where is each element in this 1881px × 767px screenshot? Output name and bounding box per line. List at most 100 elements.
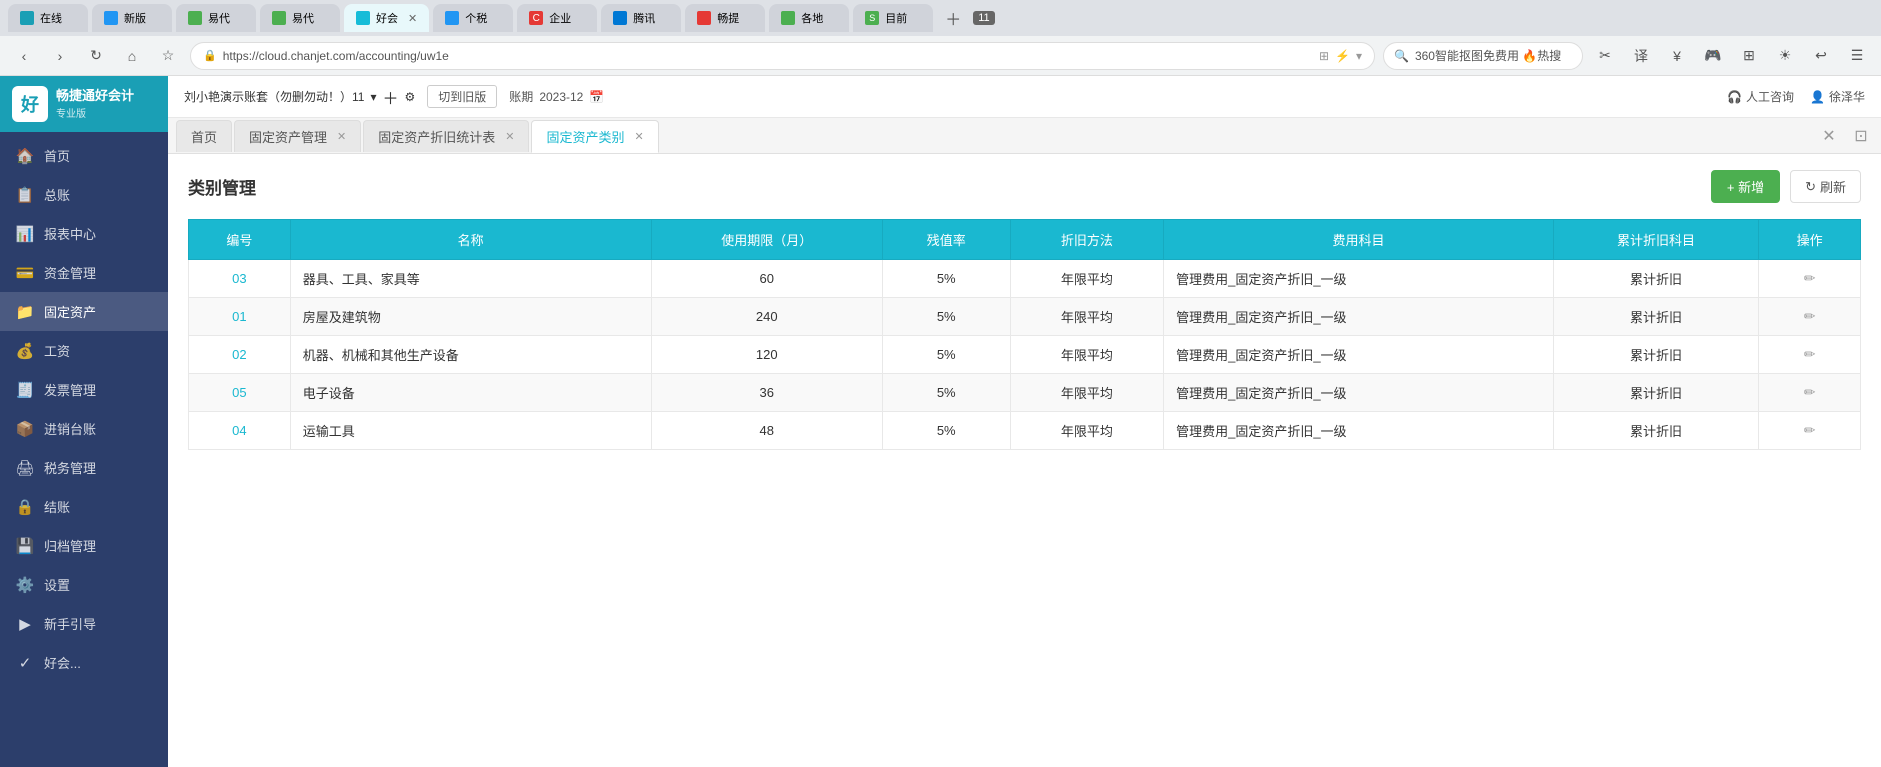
tab-label: 固定资产类别 — [546, 127, 624, 146]
cell-action[interactable]: ✏ — [1759, 374, 1861, 412]
sidebar-item-label: 首页 — [44, 146, 70, 165]
browser-tab-yidai2[interactable]: 易代 — [260, 4, 340, 32]
back-button[interactable]: ‹ — [10, 42, 38, 70]
browser-tab-qiye[interactable]: C 企业 — [517, 4, 597, 32]
invoice-icon: 🧾 — [16, 381, 34, 399]
sidebar-item-closing[interactable]: 🔒 结账 — [0, 487, 168, 526]
cell-action[interactable]: ✏ — [1759, 298, 1861, 336]
tab-close-depreciation[interactable]: ✕ — [505, 130, 514, 143]
wallet-icon[interactable]: ¥ — [1663, 42, 1691, 70]
reload-button[interactable]: ↻ — [82, 42, 110, 70]
tab-asset-category[interactable]: 固定资产类别 ✕ — [531, 120, 658, 153]
sidebar-item-reports[interactable]: 📊 报表中心 — [0, 214, 168, 253]
browser-tab-gedi[interactable]: 各地 — [769, 4, 849, 32]
sidebar-item-inventory[interactable]: 📦 进销台账 — [0, 409, 168, 448]
tab-close-fixed-assets-mgmt[interactable]: ✕ — [337, 130, 346, 143]
cell-method: 年限平均 — [1010, 298, 1164, 336]
home-button[interactable]: ⌂ — [118, 42, 146, 70]
calendar-icon[interactable]: 📅 — [589, 90, 604, 104]
edit-icon[interactable]: ✏ — [1804, 308, 1816, 324]
sidebar-item-invoice[interactable]: 🧾 发票管理 — [0, 370, 168, 409]
col-expense: 费用科目 — [1164, 220, 1554, 260]
col-accum: 累计折旧科目 — [1553, 220, 1758, 260]
table-row: 03 器具、工具、家具等 60 5% 年限平均 管理费用_固定资产折旧_一级 累… — [189, 260, 1861, 298]
cell-method: 年限平均 — [1010, 412, 1164, 450]
sidebar-item-funds[interactable]: 💳 资金管理 — [0, 253, 168, 292]
sun-icon[interactable]: ☀ — [1771, 42, 1799, 70]
tab-home[interactable]: 首页 — [176, 120, 232, 152]
dropdown-icon[interactable]: ▾ — [1356, 49, 1362, 63]
sidebar-item-ledger[interactable]: 📋 总账 — [0, 175, 168, 214]
tab-add-button[interactable]: ＋ — [937, 2, 969, 34]
cell-accum: 累计折旧 — [1553, 374, 1758, 412]
sidebar-item-fixed-assets[interactable]: 📁 固定资产 — [0, 292, 168, 331]
tab-window-maximize[interactable]: ⊡ — [1849, 124, 1873, 148]
browser-tab-geshui[interactable]: 个税 — [433, 4, 513, 32]
tab-close-category[interactable]: ✕ — [635, 130, 644, 143]
browser-tab-tengxun[interactable]: 腾讯 — [601, 4, 681, 32]
tab-fixed-assets-mgmt[interactable]: 固定资产管理 ✕ — [234, 120, 361, 152]
cell-period: 48 — [651, 412, 882, 450]
cell-accum: 累计折旧 — [1553, 412, 1758, 450]
user-dropdown-icon[interactable]: ▾ — [370, 90, 376, 104]
browser-tab-muqian[interactable]: S 目前 — [853, 4, 933, 32]
browser-tab-changti[interactable]: 畅提 — [685, 4, 765, 32]
refresh-button[interactable]: ↻ 刷新 — [1790, 170, 1861, 203]
edit-icon[interactable]: ✏ — [1804, 422, 1816, 438]
grid-icon[interactable]: ⊞ — [1735, 42, 1763, 70]
cell-action[interactable]: ✏ — [1759, 336, 1861, 374]
cell-method: 年限平均 — [1010, 374, 1164, 412]
sidebar-item-home[interactable]: 🏠 首页 — [0, 136, 168, 175]
edit-icon[interactable]: ✏ — [1804, 384, 1816, 400]
tab-close-haohui[interactable]: ✕ — [408, 12, 417, 25]
logo-text: 畅捷通好会计 — [56, 88, 134, 105]
sidebar-item-settings[interactable]: ⚙️ 设置 — [0, 565, 168, 604]
menu-icon[interactable]: ☰ — [1843, 42, 1871, 70]
cell-accum: 累计折旧 — [1553, 336, 1758, 374]
consult-button[interactable]: 🎧 人工咨询 — [1727, 88, 1794, 105]
sidebar-item-guide[interactable]: ▶ 新手引导 — [0, 604, 168, 643]
game-icon[interactable]: 🎮 — [1699, 42, 1727, 70]
tab-window-close[interactable]: ✕ — [1817, 124, 1841, 148]
cell-action[interactable]: ✏ — [1759, 412, 1861, 450]
browser-tab-xinban[interactable]: 新版 — [92, 4, 172, 32]
bookmark-button[interactable]: ☆ — [154, 42, 182, 70]
cell-action[interactable]: ✏ — [1759, 260, 1861, 298]
switch-btn-container[interactable]: 切到旧版 — [427, 85, 497, 108]
add-button[interactable]: + 新增 — [1711, 170, 1780, 203]
add-account-icon[interactable]: ＋ — [383, 85, 399, 109]
cell-period: 36 — [651, 374, 882, 412]
undo-icon[interactable]: ↩ — [1807, 42, 1835, 70]
edit-icon[interactable]: ✏ — [1804, 270, 1816, 286]
edit-icon[interactable]: ✏ — [1804, 346, 1816, 362]
action-buttons: + 新增 ↻ 刷新 — [1711, 170, 1861, 203]
cell-expense: 管理费用_固定资产折旧_一级 — [1164, 260, 1554, 298]
cell-period: 240 — [651, 298, 882, 336]
sidebar-item-tax[interactable]: 🖨 税务管理 — [0, 448, 168, 487]
cell-period: 60 — [651, 260, 882, 298]
sidebar-item-haohui[interactable]: ✓ 好会... — [0, 643, 168, 682]
col-action: 操作 — [1759, 220, 1861, 260]
col-rate: 残值率 — [882, 220, 1010, 260]
browser-tab-yidai1[interactable]: 易代 — [176, 4, 256, 32]
user-display-name: 徐泽华 — [1829, 88, 1865, 105]
cell-expense: 管理费用_固定资产折旧_一级 — [1164, 336, 1554, 374]
tab-depreciation-table[interactable]: 固定资产折旧统计表 ✕ — [363, 120, 529, 152]
cell-name: 房屋及建筑物 — [290, 298, 651, 336]
cut-icon[interactable]: ✂ — [1591, 42, 1619, 70]
sidebar-item-archive[interactable]: 💾 归档管理 — [0, 526, 168, 565]
funds-icon: 💳 — [16, 264, 34, 282]
browser-tab-haohui[interactable]: 好会 ✕ — [344, 4, 429, 32]
tab-count-badge: 11 — [973, 11, 994, 25]
translate-icon[interactable]: 译 — [1627, 42, 1655, 70]
address-bar[interactable]: 🔒 https://cloud.chanjet.com/accounting/u… — [190, 42, 1375, 70]
col-code: 编号 — [189, 220, 291, 260]
settings-gear-icon[interactable]: ⚙ — [405, 90, 416, 104]
browser-tab-bar: 在线 新版 易代 易代 好会 ✕ 个税 C 企业 腾讯 畅提 各地 S 目前 ＋ — [0, 0, 1881, 36]
forward-button[interactable]: › — [46, 42, 74, 70]
sidebar-item-payroll[interactable]: 💰 工资 — [0, 331, 168, 370]
closing-icon: 🔒 — [16, 498, 34, 516]
search-bar[interactable]: 🔍 360智能抠图免费用 🔥热搜 — [1383, 42, 1583, 70]
user-avatar[interactable]: 👤 徐泽华 — [1810, 88, 1865, 105]
browser-tab-zaixin[interactable]: 在线 — [8, 4, 88, 32]
